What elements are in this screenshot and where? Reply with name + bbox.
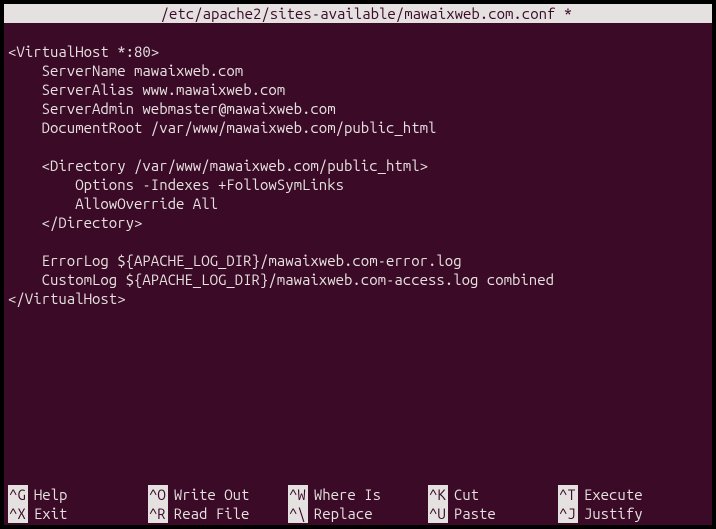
line: ServerAlias www.mawaixweb.com — [8, 81, 285, 98]
key-label: ^T — [558, 485, 578, 504]
key-label: ^X — [8, 504, 28, 523]
key-label: ^G — [8, 485, 28, 504]
key-label: ^K — [428, 485, 448, 504]
key-label: ^W — [288, 485, 308, 504]
shortcut-where-is[interactable]: ^WWhere Is — [288, 485, 428, 504]
shortcut-help[interactable]: ^GHelp — [8, 485, 148, 504]
action-label: Justify — [578, 504, 643, 523]
line: ServerAdmin webmaster@mawaixweb.com — [8, 100, 336, 117]
action-label: Execute — [578, 485, 643, 504]
terminal-window: /etc/apache2/sites-available/mawaixweb.c… — [4, 4, 712, 525]
action-label: Replace — [308, 504, 373, 523]
line: AllowOverride All — [8, 195, 218, 212]
key-label: ^O — [148, 485, 168, 504]
shortcut-replace[interactable]: ^\Replace — [288, 504, 428, 523]
line: DocumentRoot /var/www/mawaixweb.com/publ… — [8, 119, 436, 136]
action-label: Exit — [28, 504, 68, 523]
line: <Directory /var/www/mawaixweb.com/public… — [8, 157, 428, 174]
shortcut-exit[interactable]: ^XExit — [8, 504, 148, 523]
shortcut-paste[interactable]: ^UPaste — [428, 504, 558, 523]
shortcut-row-2: ^XExit ^RRead File ^\Replace ^UPaste ^JJ… — [8, 504, 708, 523]
shortcut-execute[interactable]: ^TExecute — [558, 485, 688, 504]
shortcut-row-1: ^GHelp ^OWrite Out ^WWhere Is ^KCut ^TEx… — [8, 485, 708, 504]
action-label: Paste — [448, 504, 496, 523]
line: CustomLog ${APACHE_LOG_DIR}/mawaixweb.co… — [8, 271, 554, 288]
line: Options -Indexes +FollowSymLinks — [8, 176, 344, 193]
shortcut-write-out[interactable]: ^OWrite Out — [148, 485, 288, 504]
action-label: Where Is — [308, 485, 381, 504]
shortcut-read-file[interactable]: ^RRead File — [148, 504, 288, 523]
key-label: ^J — [558, 504, 578, 523]
line: ServerName mawaixweb.com — [8, 62, 243, 79]
action-label: Write Out — [168, 485, 250, 504]
shortcut-bar: ^GHelp ^OWrite Out ^WWhere Is ^KCut ^TEx… — [8, 485, 708, 523]
action-label: Read File — [168, 504, 250, 523]
line: </VirtualHost> — [8, 290, 126, 307]
file-title-bar: /etc/apache2/sites-available/mawaixweb.c… — [4, 4, 712, 23]
action-label: Cut — [448, 485, 479, 504]
action-label: Help — [28, 485, 68, 504]
shortcut-cut[interactable]: ^KCut — [428, 485, 558, 504]
line: ErrorLog ${APACHE_LOG_DIR}/mawaixweb.com… — [8, 252, 462, 269]
key-label: ^\ — [288, 504, 308, 523]
editor-content[interactable]: <VirtualHost *:80> ServerName mawaixweb.… — [4, 23, 712, 308]
shortcut-justify[interactable]: ^JJustify — [558, 504, 688, 523]
line: <VirtualHost *:80> — [8, 43, 159, 60]
key-label: ^R — [148, 504, 168, 523]
key-label: ^U — [428, 504, 448, 523]
line: </Directory> — [8, 214, 142, 231]
